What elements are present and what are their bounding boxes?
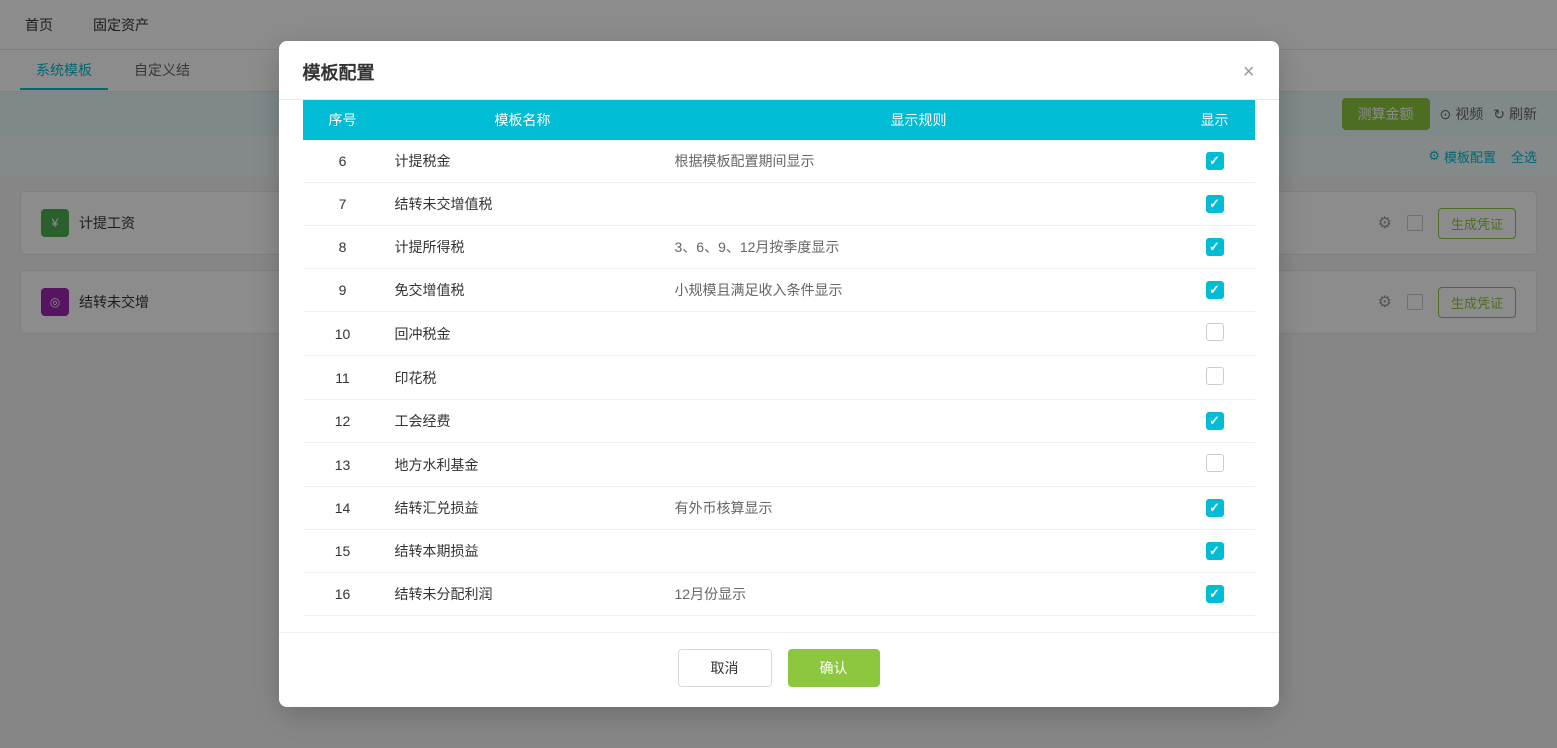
cell-id: 6 (303, 140, 383, 183)
cell-checkbox (1175, 356, 1255, 400)
row-checkbox[interactable] (1206, 367, 1224, 385)
cell-name: 计提所得税 (383, 226, 663, 269)
cell-id: 13 (303, 443, 383, 487)
table-row: 9免交增值税小规模且满足收入条件显示 (303, 269, 1255, 312)
cell-checkbox (1175, 443, 1255, 487)
cell-name: 结转未交增值税 (383, 183, 663, 226)
table-row: 8计提所得税3、6、9、12月按季度显示 (303, 226, 1255, 269)
confirm-button[interactable]: 确认 (788, 649, 880, 687)
row-checkbox[interactable] (1206, 585, 1224, 603)
cell-rule (663, 400, 1175, 443)
row-checkbox[interactable] (1206, 152, 1224, 170)
col-header-rule: 显示规则 (663, 100, 1175, 140)
cell-checkbox (1175, 183, 1255, 226)
row-checkbox[interactable] (1206, 499, 1224, 517)
cell-id: 12 (303, 400, 383, 443)
cell-rule: 3、6、9、12月按季度显示 (663, 226, 1175, 269)
cell-rule: 12月份显示 (663, 573, 1175, 616)
cell-name: 工会经费 (383, 400, 663, 443)
cell-name: 地方水利基金 (383, 443, 663, 487)
table-body: 6计提税金根据模板配置期间显示7结转未交增值税8计提所得税3、6、9、12月按季… (303, 140, 1255, 616)
row-checkbox[interactable] (1206, 323, 1224, 341)
cell-rule (663, 312, 1175, 356)
cell-id: 16 (303, 573, 383, 616)
table-row: 15结转本期损益 (303, 530, 1255, 573)
modal-header: 模板配置 × (279, 41, 1279, 100)
table-row: 10回冲税金 (303, 312, 1255, 356)
cell-name: 回冲税金 (383, 312, 663, 356)
table-header-row: 序号 模板名称 显示规则 显示 (303, 100, 1255, 140)
cell-name: 结转未分配利润 (383, 573, 663, 616)
cell-checkbox (1175, 140, 1255, 183)
table-row: 16结转未分配利润12月份显示 (303, 573, 1255, 616)
table-row: 14结转汇兑损益有外币核算显示 (303, 487, 1255, 530)
cell-checkbox (1175, 400, 1255, 443)
cell-id: 14 (303, 487, 383, 530)
modal-title: 模板配置 (303, 59, 375, 85)
cell-id: 9 (303, 269, 383, 312)
cell-name: 计提税金 (383, 140, 663, 183)
row-checkbox[interactable] (1206, 281, 1224, 299)
table-row: 6计提税金根据模板配置期间显示 (303, 140, 1255, 183)
cell-checkbox (1175, 312, 1255, 356)
modal-close-button[interactable]: × (1243, 62, 1255, 82)
cell-rule (663, 183, 1175, 226)
table-row: 11印花税 (303, 356, 1255, 400)
col-header-id: 序号 (303, 100, 383, 140)
modal-body: 序号 模板名称 显示规则 显示 6计提税金根据模板配置期间显示7结转未交增值税8… (279, 100, 1279, 632)
cell-rule: 有外币核算显示 (663, 487, 1175, 530)
row-checkbox[interactable] (1206, 238, 1224, 256)
cell-name: 结转本期损益 (383, 530, 663, 573)
col-header-name: 模板名称 (383, 100, 663, 140)
cell-rule (663, 530, 1175, 573)
cell-checkbox (1175, 530, 1255, 573)
cell-id: 7 (303, 183, 383, 226)
row-checkbox[interactable] (1206, 195, 1224, 213)
table-row: 13地方水利基金 (303, 443, 1255, 487)
cell-rule (663, 443, 1175, 487)
cell-id: 8 (303, 226, 383, 269)
cell-name: 印花税 (383, 356, 663, 400)
cell-name: 免交增值税 (383, 269, 663, 312)
cancel-button[interactable]: 取消 (678, 649, 772, 687)
cell-rule (663, 356, 1175, 400)
cell-rule: 小规模且满足收入条件显示 (663, 269, 1175, 312)
cell-checkbox (1175, 487, 1255, 530)
modal-overlay: 模板配置 × 序号 模板名称 显示规则 显示 6计提税金根据模板配置期间显示7结… (0, 0, 1557, 748)
col-header-display: 显示 (1175, 100, 1255, 140)
modal-template-config: 模板配置 × 序号 模板名称 显示规则 显示 6计提税金根据模板配置期间显示7结… (279, 41, 1279, 707)
config-table: 序号 模板名称 显示规则 显示 6计提税金根据模板配置期间显示7结转未交增值税8… (303, 100, 1255, 616)
cell-id: 15 (303, 530, 383, 573)
cell-id: 10 (303, 312, 383, 356)
cell-id: 11 (303, 356, 383, 400)
row-checkbox[interactable] (1206, 412, 1224, 430)
table-row: 7结转未交增值税 (303, 183, 1255, 226)
cell-checkbox (1175, 226, 1255, 269)
modal-footer: 取消 确认 (279, 632, 1279, 707)
row-checkbox[interactable] (1206, 542, 1224, 560)
table-row: 12工会经费 (303, 400, 1255, 443)
cell-name: 结转汇兑损益 (383, 487, 663, 530)
cell-checkbox (1175, 573, 1255, 616)
cell-rule: 根据模板配置期间显示 (663, 140, 1175, 183)
cell-checkbox (1175, 269, 1255, 312)
row-checkbox[interactable] (1206, 454, 1224, 472)
